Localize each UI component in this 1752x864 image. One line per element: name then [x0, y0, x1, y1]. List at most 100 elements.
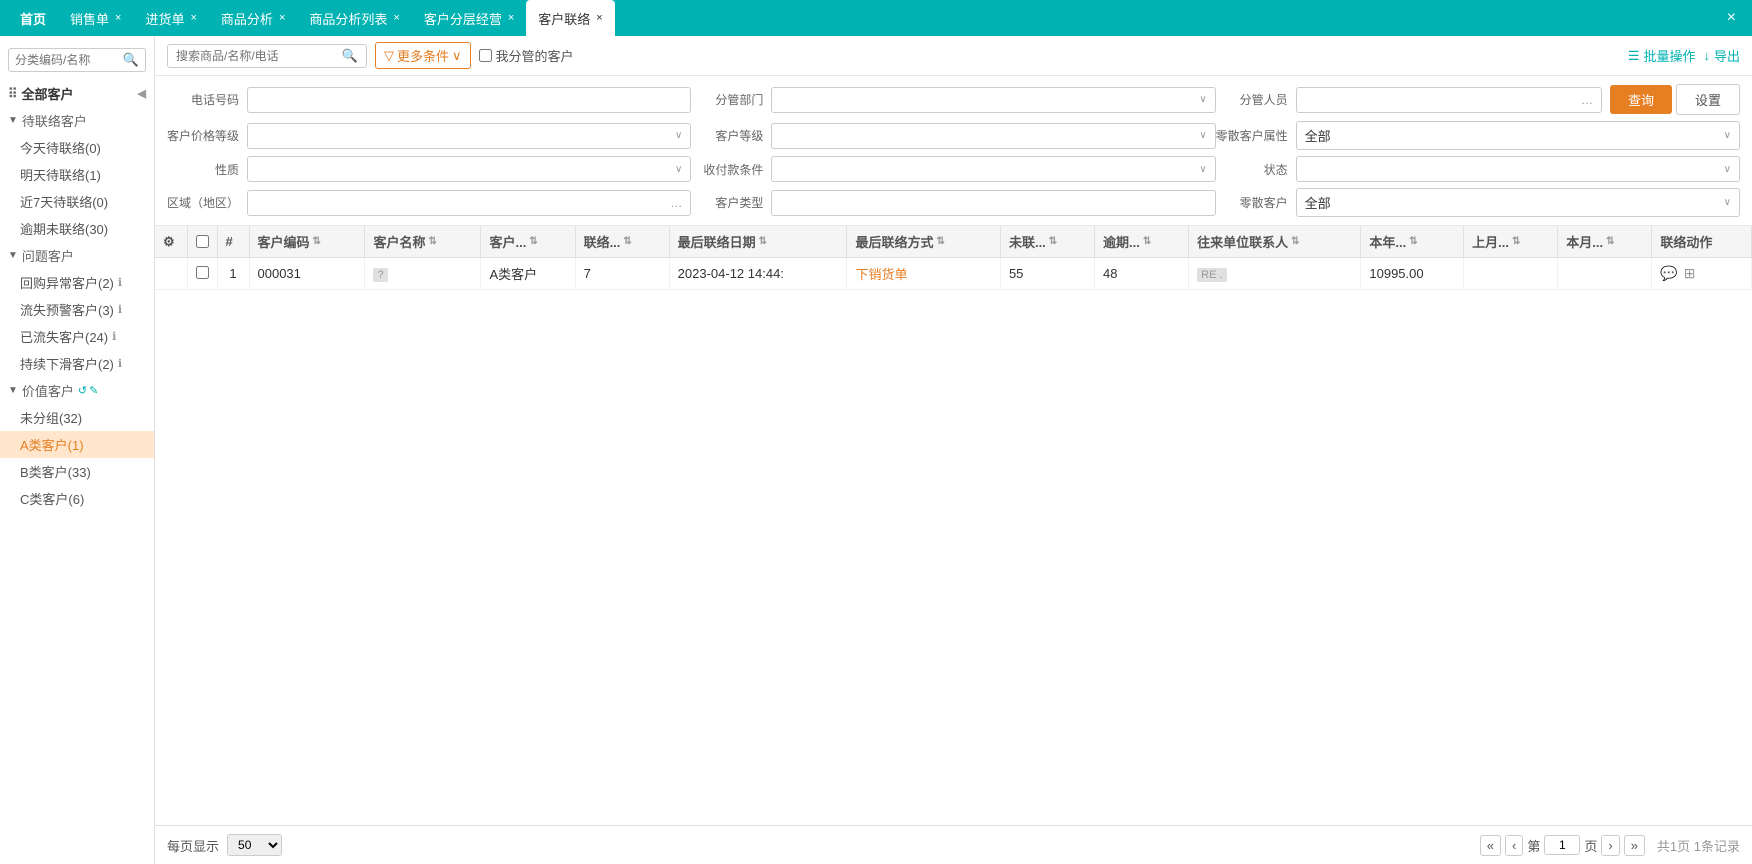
export-button[interactable]: ↓ 导出	[1703, 46, 1740, 65]
last-method-link[interactable]: 下销货单	[855, 267, 907, 282]
sidebar-group-problem-customers[interactable]: ▼ 问题客户	[0, 242, 154, 269]
row-overdue-cell: 48	[1095, 258, 1189, 290]
sidebar-item-ungrouped[interactable]: 未分组(32)	[0, 404, 154, 431]
col-last-month[interactable]: 上月... ⇅	[1464, 226, 1558, 258]
sort-icon-overdue: ⇅	[1143, 236, 1151, 247]
nav-home[interactable]: 首页	[8, 0, 58, 36]
sidebar-all-customers[interactable]: ⠿ 全部客户 ◀	[0, 80, 154, 107]
col-customer-code[interactable]: 客户编码 ⇅	[249, 226, 365, 258]
retail-attr-input[interactable]: 全部 ∨	[1296, 121, 1740, 150]
sidebar-item-churn-warning[interactable]: 流失预警客户(3) ℹ	[0, 296, 154, 323]
close-customer-tier-tab[interactable]: ×	[508, 12, 514, 24]
sidebar-search-input[interactable]	[15, 53, 123, 67]
col-customer-name[interactable]: 客户名称 ⇅	[365, 226, 481, 258]
sidebar-search-box[interactable]: 🔍	[8, 48, 146, 72]
customer-type-input[interactable]	[771, 190, 1215, 216]
sidebar-group-value-customers[interactable]: ▼ 价值客户 ↺ ✎	[0, 377, 154, 404]
row-code-cell[interactable]: 000031	[249, 258, 365, 290]
staff-input[interactable]: …	[1296, 87, 1602, 113]
filter-row-1: 电话号码 分管部门 ∨ 分管人员 … 查询 设置	[167, 84, 1740, 115]
sidebar-group-pending-contact[interactable]: ▼ 待联络客户	[0, 107, 154, 134]
col-checkbox[interactable]	[187, 226, 217, 258]
next-page-button[interactable]: ›	[1601, 835, 1619, 856]
close-product-analysis-list-tab[interactable]: ×	[393, 12, 399, 24]
col-settings[interactable]: ⚙	[155, 226, 187, 258]
qr-action-icon[interactable]: ⊞	[1684, 265, 1696, 282]
sidebar-item-class-a[interactable]: A类客户(1)	[0, 431, 154, 458]
nav-product-analysis[interactable]: 商品分析 ×	[209, 0, 297, 36]
nature-arrow: ∨	[675, 164, 682, 175]
prev-page-button[interactable]: ‹	[1505, 835, 1523, 856]
edit-icon[interactable]: ✎	[89, 384, 98, 397]
sort-icon-person: ⇅	[1291, 236, 1299, 247]
close-sales-tab[interactable]: ×	[115, 12, 121, 24]
phone-input[interactable]	[247, 87, 691, 113]
sidebar-item-declining[interactable]: 持续下滑客户(2) ℹ	[0, 350, 154, 377]
query-button[interactable]: 查询	[1610, 85, 1672, 114]
row-this-month-cell	[1558, 258, 1652, 290]
sidebar-item-today-pending[interactable]: 今天待联络(0)	[0, 134, 154, 161]
nav-purchase[interactable]: 进货单 ×	[133, 0, 208, 36]
nav-product-analysis-list[interactable]: 商品分析列表 ×	[297, 0, 411, 36]
col-last-contact-method[interactable]: 最后联络方式 ⇅	[847, 226, 1000, 258]
row-last-method-cell[interactable]: 下销货单	[847, 258, 1000, 290]
col-contacts-person[interactable]: 往来单位联系人 ⇅	[1189, 226, 1361, 258]
main-search-input[interactable]	[176, 49, 342, 63]
nav-sales[interactable]: 销售单 ×	[58, 0, 133, 36]
sidebar-item-abnormal-repurchase[interactable]: 回购异常客户(2) ℹ	[0, 269, 154, 296]
content-area: 🔍 ▽ 更多条件 ∨ 我分管的客户 ☰ 批量操作 ↓ 导出	[155, 36, 1752, 864]
col-overdue[interactable]: 逾期... ⇅	[1095, 226, 1189, 258]
col-last-contact-date[interactable]: 最后联络日期 ⇅	[669, 226, 847, 258]
batch-ops-button[interactable]: ☰ 批量操作	[1628, 46, 1696, 65]
arrow-down-icon-3: ▼	[8, 385, 18, 396]
dept-input[interactable]: ∨	[771, 87, 1215, 113]
main-search-box[interactable]: 🔍	[167, 44, 367, 68]
my-customers-checkbox[interactable]	[479, 49, 492, 62]
col-year-amount[interactable]: 本年... ⇅	[1361, 226, 1464, 258]
status-input[interactable]: ∨	[1296, 156, 1740, 182]
pagination-bar: 每页显示 50 100 200 « ‹ 第 页 › » 共1页 1条记录	[155, 825, 1752, 864]
close-purchase-tab[interactable]: ×	[190, 12, 196, 24]
col-no-contact[interactable]: 未联... ⇅	[1000, 226, 1094, 258]
setting-button[interactable]: 设置	[1676, 84, 1740, 115]
sidebar-search-icon: 🔍	[123, 52, 139, 68]
name-tag: ?	[373, 268, 387, 282]
col-contact-count[interactable]: 联络... ⇅	[575, 226, 669, 258]
select-all-checkbox[interactable]	[196, 235, 209, 248]
region-input[interactable]: …	[247, 190, 691, 216]
my-customers-checkbox-group[interactable]: 我分管的客户	[479, 46, 574, 65]
sidebar-item-overdue-contact[interactable]: 逾期未联络(30)	[0, 215, 154, 242]
row-checkbox-cell[interactable]	[187, 258, 217, 290]
customer-table: ⚙ # 客户编码 ⇅	[155, 226, 1752, 290]
sidebar-item-tomorrow-pending[interactable]: 明天待联络(1)	[0, 161, 154, 188]
row-settings-cell	[155, 258, 187, 290]
table-row: 1 000031 ? A类客户 7	[155, 258, 1752, 290]
close-customer-contact-tab[interactable]: ×	[596, 12, 602, 24]
nature-input[interactable]: ∨	[247, 156, 691, 182]
first-page-button[interactable]: «	[1480, 835, 1501, 856]
payment-input[interactable]: ∨	[771, 156, 1215, 182]
message-action-icon[interactable]: 💬	[1660, 265, 1677, 282]
window-close-button[interactable]: ×	[1719, 9, 1744, 27]
row-checkbox-1[interactable]	[196, 266, 209, 279]
sidebar-item-7days-pending[interactable]: 近7天待联络(0)	[0, 188, 154, 215]
col-customer-type[interactable]: 客户... ⇅	[481, 226, 575, 258]
row-name-cell[interactable]: ?	[365, 258, 481, 290]
page-number-input[interactable]	[1544, 835, 1580, 855]
sidebar-item-class-c[interactable]: C类客户(6)	[0, 485, 154, 512]
sidebar-item-class-b[interactable]: B类客户(33)	[0, 458, 154, 485]
price-level-input[interactable]: ∨	[247, 123, 691, 149]
close-product-analysis-tab[interactable]: ×	[279, 12, 285, 24]
col-this-month[interactable]: 本月... ⇅	[1558, 226, 1652, 258]
more-conditions-button[interactable]: ▽ 更多条件 ∨	[375, 42, 471, 69]
nav-customer-contact[interactable]: 客户联络 ×	[526, 0, 614, 36]
sidebar-item-churned[interactable]: 已流失客户(24) ℹ	[0, 323, 154, 350]
customer-level-input[interactable]: ∨	[771, 123, 1215, 149]
last-page-button[interactable]: »	[1624, 835, 1645, 856]
sort-icon-code: ⇅	[313, 236, 321, 247]
filter-cell-dept: 分管部门 ∨	[691, 87, 1215, 113]
nav-customer-tier[interactable]: 客户分层经营 ×	[412, 0, 526, 36]
page-size-select[interactable]: 50 100 200	[227, 834, 282, 856]
retail-customer-input[interactable]: 全部 ∨	[1296, 188, 1740, 217]
refresh-icon[interactable]: ↺	[78, 384, 87, 397]
